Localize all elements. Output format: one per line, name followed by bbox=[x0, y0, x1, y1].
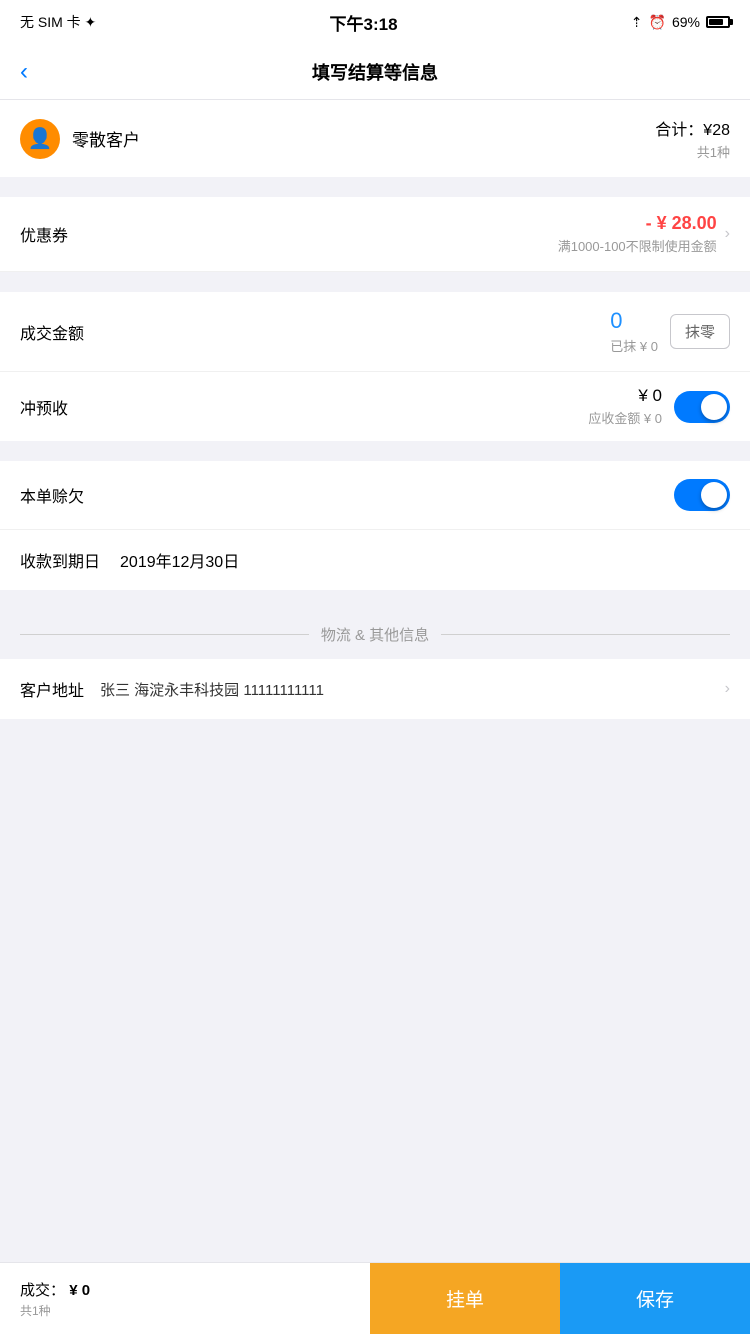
coupon-chevron: › bbox=[725, 225, 730, 243]
customer-name: 零散客户 bbox=[72, 126, 140, 151]
bottom-deal: 成交： ¥ 0 bbox=[20, 1279, 350, 1300]
logistics-label: 物流 & 其他信息 bbox=[321, 624, 429, 645]
coupon-desc: 满1000-100不限制使用金额 bbox=[558, 236, 717, 255]
header-line-right bbox=[441, 634, 730, 635]
coupon-right: - ¥ 28.00 满1000-100不限制使用金额 › bbox=[558, 213, 730, 255]
customer-avatar: 👤 bbox=[20, 119, 60, 159]
due-date-row: 收款到期日 2019年12月30日 bbox=[0, 529, 750, 590]
back-button[interactable]: ‹ bbox=[12, 50, 36, 94]
customer-right: 合计：¥28 共1种 bbox=[655, 116, 730, 161]
status-bar: 无 SIM 卡 ✦ 下午3:18 ⇡ ⏰ 69% bbox=[0, 0, 750, 44]
prepayment-right: ¥ 0 应收金额 ¥ 0 bbox=[588, 386, 730, 427]
content: 👤 零散客户 合计：¥28 共1种 优惠券 - ¥ 28.00 满1000-10… bbox=[0, 100, 750, 809]
customer-total: 合计：¥28 bbox=[655, 116, 730, 140]
status-time: 下午3:18 bbox=[330, 10, 398, 35]
coupon-amount: - ¥ 28.00 bbox=[558, 213, 717, 234]
hold-button[interactable]: 挂单 bbox=[370, 1263, 560, 1334]
address-label: 客户地址 bbox=[20, 677, 84, 701]
alarm-icon: ⏰ bbox=[649, 14, 666, 31]
bottom-count: 共1种 bbox=[20, 1302, 350, 1319]
prepayment-amount: ¥ 0 bbox=[588, 386, 662, 406]
debt-section: 本单赊欠 收款到期日 2019年12月30日 bbox=[0, 461, 750, 590]
transaction-section: 成交金额 0 已抹 ¥ 0 抹零 冲预收 ¥ 0 应收金额 ¥ 0 bbox=[0, 292, 750, 441]
prepayment-row: 冲预收 ¥ 0 应收金额 ¥ 0 bbox=[0, 372, 750, 441]
due-date-label: 收款到期日 bbox=[20, 548, 100, 572]
transaction-sub: 已抹 ¥ 0 bbox=[610, 336, 658, 355]
debt-row: 本单赊欠 bbox=[0, 461, 750, 529]
divider-2 bbox=[0, 282, 750, 292]
prepayment-receivable: 应收金额 ¥ 0 bbox=[588, 408, 662, 427]
round-zero-button[interactable]: 抹零 bbox=[670, 314, 730, 349]
customer-count: 共1种 bbox=[655, 142, 730, 161]
avatar-icon: 👤 bbox=[28, 126, 53, 151]
due-date-value: 2019年12月30日 bbox=[120, 548, 239, 572]
transaction-right: 0 已抹 ¥ 0 抹零 bbox=[610, 308, 730, 355]
debt-toggle[interactable] bbox=[674, 479, 730, 511]
transaction-row: 成交金额 0 已抹 ¥ 0 抹零 bbox=[0, 292, 750, 372]
prepayment-label: 冲预收 bbox=[20, 395, 68, 419]
status-right: ⇡ ⏰ 69% bbox=[631, 14, 730, 31]
toggle-knob bbox=[701, 394, 727, 420]
divider-4 bbox=[0, 600, 750, 610]
coupon-row[interactable]: 优惠券 - ¥ 28.00 满1000-100不限制使用金额 › bbox=[0, 197, 750, 272]
save-button[interactable]: 保存 bbox=[560, 1263, 750, 1334]
sim-status: 无 SIM 卡 ✦ bbox=[20, 12, 96, 32]
status-left: 无 SIM 卡 ✦ bbox=[20, 12, 96, 32]
logistics-section-header: 物流 & 其他信息 bbox=[0, 610, 750, 659]
prepayment-amounts: ¥ 0 应收金额 ¥ 0 bbox=[588, 386, 662, 427]
divider-3 bbox=[0, 451, 750, 461]
battery-icon bbox=[706, 16, 730, 28]
battery-percent: 69% bbox=[672, 14, 700, 30]
coupon-label: 优惠券 bbox=[20, 222, 68, 246]
nav-bar: ‹ 填写结算等信息 bbox=[0, 44, 750, 100]
customer-section: 👤 零散客户 合计：¥28 共1种 bbox=[0, 100, 750, 177]
address-chevron: › bbox=[725, 680, 730, 698]
coupon-section: 优惠券 - ¥ 28.00 满1000-100不限制使用金额 › bbox=[0, 197, 750, 272]
transaction-label: 成交金额 bbox=[20, 320, 84, 344]
prepayment-toggle[interactable] bbox=[674, 391, 730, 423]
bottom-deal-amount: ¥ 0 bbox=[69, 1282, 90, 1299]
location-icon: ⇡ bbox=[631, 14, 643, 31]
bottom-bar: 成交： ¥ 0 共1种 挂单 保存 bbox=[0, 1262, 750, 1334]
page-title: 填写结算等信息 bbox=[312, 59, 438, 85]
debt-toggle-knob bbox=[701, 482, 727, 508]
debt-label: 本单赊欠 bbox=[20, 483, 84, 507]
customer-left: 👤 零散客户 bbox=[20, 119, 140, 159]
header-line-left bbox=[20, 634, 309, 635]
bottom-deal-label: 成交： bbox=[20, 1282, 65, 1299]
address-row[interactable]: 客户地址 张三 海淀永丰科技园 11111111111 › bbox=[0, 659, 750, 719]
customer-row: 👤 零散客户 合计：¥28 共1种 bbox=[0, 100, 750, 177]
address-value: 张三 海淀永丰科技园 11111111111 bbox=[100, 679, 725, 700]
divider-1 bbox=[0, 187, 750, 197]
address-section: 客户地址 张三 海淀永丰科技园 11111111111 › bbox=[0, 659, 750, 719]
bottom-summary: 成交： ¥ 0 共1种 bbox=[0, 1279, 370, 1319]
transaction-value: 0 bbox=[610, 308, 658, 334]
